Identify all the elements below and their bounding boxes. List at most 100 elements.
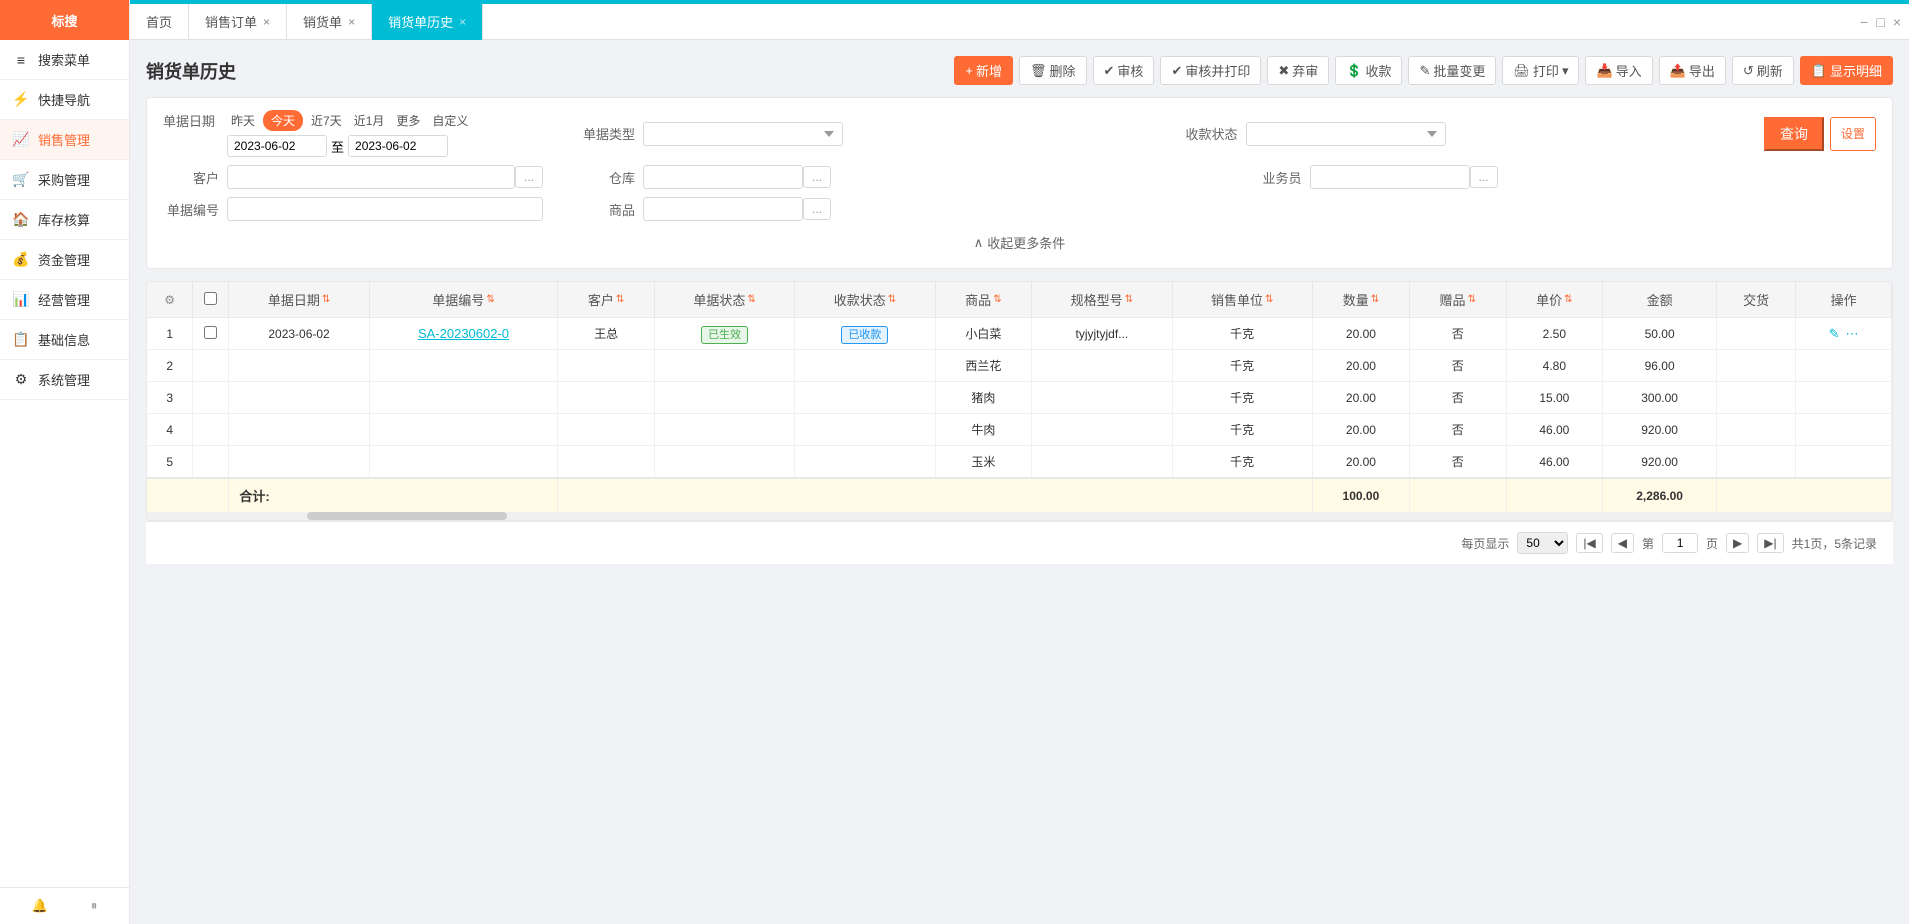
table-row: 12023-06-02SA-20230602-0王总已生效已收款小白菜tyjyj… bbox=[147, 318, 1892, 350]
print-button[interactable]: 🖨 打印 ▾ bbox=[1502, 56, 1579, 85]
sidebar-item-finance[interactable]: 💰 资金管理 bbox=[0, 240, 129, 280]
row-customer bbox=[558, 382, 655, 414]
goods-ellipsis-btn[interactable]: ... bbox=[803, 198, 831, 220]
more-shortcut[interactable]: 更多 bbox=[392, 110, 424, 131]
7days-shortcut[interactable]: 近7天 bbox=[307, 110, 346, 131]
notification-icon[interactable]: 🔔 bbox=[32, 898, 48, 914]
customer-input[interactable] bbox=[227, 165, 515, 189]
sidebar-item-operations[interactable]: 📊 经营管理 bbox=[0, 280, 129, 320]
row-checkbox[interactable] bbox=[193, 318, 229, 350]
doc-no-input[interactable] bbox=[227, 197, 543, 221]
row-doc-no bbox=[369, 350, 558, 382]
sidebar-item-inventory[interactable]: 🏠 库存核算 bbox=[0, 200, 129, 240]
salesperson-ellipsis-btn[interactable]: ... bbox=[1470, 166, 1498, 188]
audit-button[interactable]: ✔ 审核 bbox=[1093, 56, 1155, 85]
batch-change-button[interactable]: ✎ 批量变更 bbox=[1408, 56, 1496, 85]
edit-action[interactable]: ✎ bbox=[1826, 326, 1843, 341]
summary-price-spacer bbox=[1506, 478, 1603, 512]
per-page-select[interactable]: 50 100 bbox=[1517, 532, 1568, 554]
tab-sales-order[interactable]: 销售订单 × bbox=[189, 4, 287, 40]
select-all-checkbox[interactable] bbox=[204, 292, 217, 305]
doc-no-column-header[interactable]: 单据编号 ⇅ bbox=[369, 282, 558, 318]
spec-column-header[interactable]: 规格型号 ⇅ bbox=[1032, 282, 1172, 318]
finance-icon: 💰 bbox=[12, 251, 30, 269]
qty-column-header[interactable]: 数量 ⇅ bbox=[1312, 282, 1409, 318]
unit-price-column-header[interactable]: 单价 ⇅ bbox=[1506, 282, 1603, 318]
custom-shortcut[interactable]: 自定义 bbox=[428, 110, 472, 131]
customer-ellipsis-btn[interactable]: ... bbox=[515, 166, 543, 188]
doc-no-link[interactable]: SA-20230602-0 bbox=[418, 326, 509, 341]
row-doc-no bbox=[369, 414, 558, 446]
tab-sales-history-close[interactable]: × bbox=[459, 15, 466, 29]
row-gift: 否 bbox=[1409, 318, 1506, 350]
row-transaction bbox=[1717, 446, 1796, 479]
maximize-icon[interactable]: □ bbox=[1876, 14, 1884, 30]
tab-sales-order-close[interactable]: × bbox=[263, 15, 270, 29]
row-goods: 西兰花 bbox=[935, 350, 1032, 382]
payment-status-select[interactable] bbox=[1246, 122, 1446, 146]
tab-home[interactable]: 首页 bbox=[130, 4, 189, 40]
gift-column-header[interactable]: 赠品 ⇅ bbox=[1409, 282, 1506, 318]
add-button[interactable]: + 新增 bbox=[954, 56, 1013, 85]
salesperson-input[interactable] bbox=[1310, 165, 1470, 189]
abandon-button[interactable]: ✖ 弃审 bbox=[1267, 56, 1329, 85]
page-unit: 页 bbox=[1706, 535, 1718, 552]
refresh-button[interactable]: ↺ 刷新 bbox=[1732, 56, 1794, 85]
goods-input[interactable] bbox=[643, 197, 803, 221]
goods-column-header[interactable]: 商品 ⇅ bbox=[935, 282, 1032, 318]
last-page-button[interactable]: ▶| bbox=[1757, 533, 1783, 553]
warehouse-ellipsis-btn[interactable]: ... bbox=[803, 166, 831, 188]
data-table: ⚙ 单据日期 ⇅ 单据编号 bbox=[147, 282, 1892, 512]
date-from-input[interactable] bbox=[227, 135, 327, 157]
tab-sales-goods[interactable]: 销货单 × bbox=[287, 4, 372, 40]
query-button[interactable]: 查询 bbox=[1764, 117, 1824, 151]
prev-page-button[interactable]: ◀ bbox=[1611, 533, 1634, 553]
unit-column-header[interactable]: 销售单位 ⇅ bbox=[1172, 282, 1312, 318]
yesterday-shortcut[interactable]: 昨天 bbox=[227, 110, 259, 131]
row-checkbox[interactable] bbox=[193, 414, 229, 446]
tab-sales-history[interactable]: 销货单历史 × bbox=[372, 4, 483, 40]
date-column-header[interactable]: 单据日期 ⇅ bbox=[229, 282, 369, 318]
date-to-input[interactable] bbox=[348, 135, 448, 157]
warehouse-input[interactable] bbox=[643, 165, 803, 189]
row-payment-status bbox=[795, 414, 935, 446]
row-action bbox=[1796, 350, 1892, 382]
first-page-button[interactable]: |◀ bbox=[1576, 533, 1602, 553]
row-customer bbox=[558, 446, 655, 479]
page-number-input[interactable] bbox=[1662, 533, 1698, 553]
sidebar-item-quick-nav[interactable]: ⚡ 快捷导航 bbox=[0, 80, 129, 120]
next-page-button[interactable]: ▶ bbox=[1726, 533, 1749, 553]
sidebar-item-sales[interactable]: 📈 销售管理 bbox=[0, 120, 129, 160]
sidebar-item-basic-info[interactable]: 📋 基础信息 bbox=[0, 320, 129, 360]
row-checkbox[interactable] bbox=[193, 446, 229, 479]
doc-status-column-header[interactable]: 单据状态 ⇅ bbox=[654, 282, 794, 318]
close-window-icon[interactable]: × bbox=[1893, 14, 1901, 30]
show-detail-button[interactable]: 📋 显示明细 bbox=[1800, 56, 1893, 85]
sidebar-item-system[interactable]: ⚙ 系统管理 bbox=[0, 360, 129, 400]
row-spec bbox=[1032, 446, 1172, 479]
payment-status-column-header[interactable]: 收款状态 ⇅ bbox=[795, 282, 935, 318]
row-checkbox[interactable] bbox=[193, 350, 229, 382]
export-button[interactable]: 📤 导出 bbox=[1659, 56, 1726, 85]
tab-sales-goods-close[interactable]: × bbox=[348, 15, 355, 29]
sidebar-item-search-menu[interactable]: ≡ 搜索菜单 bbox=[0, 40, 129, 80]
sidebar-item-purchase[interactable]: 🛒 采购管理 bbox=[0, 160, 129, 200]
delete-button[interactable]: 🗑 删除 bbox=[1019, 56, 1087, 85]
horizontal-scrollbar[interactable] bbox=[147, 512, 1892, 520]
import-button[interactable]: 📥 导入 bbox=[1585, 56, 1652, 85]
scrollbar-thumb[interactable] bbox=[307, 512, 507, 520]
collect-button[interactable]: 💲 收款 bbox=[1335, 56, 1402, 85]
1month-shortcut[interactable]: 近1月 bbox=[350, 110, 389, 131]
summary-label-cell bbox=[147, 478, 229, 512]
row-checkbox[interactable] bbox=[193, 382, 229, 414]
collapse-button[interactable]: ∧ 收起更多条件 bbox=[163, 229, 1876, 256]
audit-print-button[interactable]: ✔ 审核并打印 bbox=[1160, 56, 1261, 85]
more-action[interactable]: ⋯ bbox=[1843, 326, 1862, 341]
pause-icon[interactable]: ⏸ bbox=[91, 898, 98, 914]
minimize-icon[interactable]: − bbox=[1860, 14, 1868, 30]
today-shortcut[interactable]: 今天 bbox=[263, 110, 303, 131]
customer-column-header[interactable]: 客户 ⇅ bbox=[558, 282, 655, 318]
doc-type-select[interactable] bbox=[643, 122, 843, 146]
gear-column-header[interactable]: ⚙ bbox=[147, 282, 193, 318]
settings-button[interactable]: 设置 bbox=[1830, 117, 1876, 151]
